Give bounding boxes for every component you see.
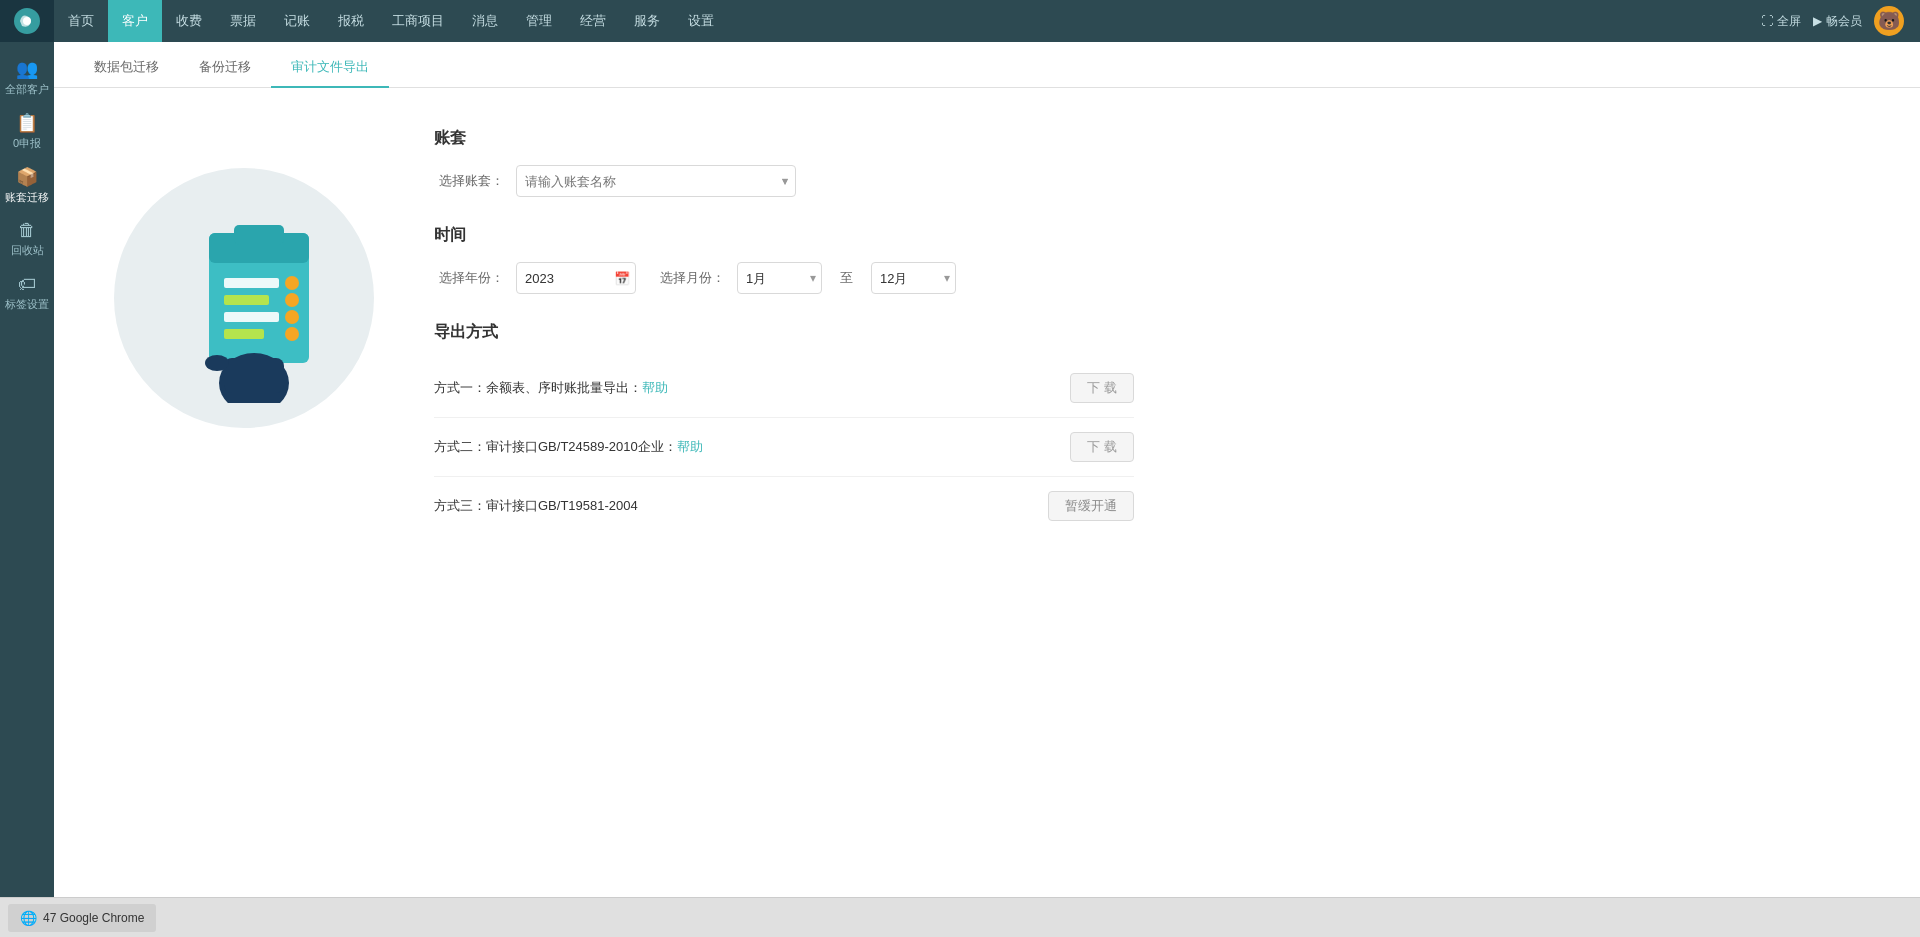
- page-content: 账套 选择账套： ▾ 时间 选择年份：: [54, 88, 1920, 897]
- method3-text: 方式三：审计接口GB/T19581-2004: [434, 497, 638, 515]
- method2-help-link[interactable]: 帮助: [677, 439, 703, 454]
- svg-point-1: [23, 17, 31, 25]
- top-navigation: 首页 客户 收费 票据 记账 报税 工商项目 消息 管理 经营 服务 设置 ⛶ …: [0, 0, 1920, 42]
- fullscreen-icon: ⛶: [1761, 14, 1773, 28]
- tab-bar: 数据包迁移 备份迁移 审计文件导出: [54, 42, 1920, 88]
- tab-backup-migrate[interactable]: 备份迁移: [179, 48, 271, 88]
- user-avatar[interactable]: 🐻: [1874, 6, 1904, 36]
- method1-row: 方式一：余额表、序时账批量导出：帮助 下 载: [434, 359, 1134, 418]
- nav-home[interactable]: 首页: [54, 0, 108, 42]
- month-start-select[interactable]: 1月2月3月 4月5月6月 7月8月9月 10月11月12月: [737, 262, 822, 294]
- taskbar-item-label: 47 Google Chrome: [43, 911, 144, 925]
- svg-rect-7: [224, 312, 279, 322]
- account-input[interactable]: [516, 165, 796, 197]
- method3-row: 方式三：审计接口GB/T19581-2004 暂缓开通: [434, 477, 1134, 535]
- svg-point-10: [285, 293, 299, 307]
- nav-settings[interactable]: 设置: [674, 0, 728, 42]
- illustration-area: [114, 168, 374, 428]
- svg-point-12: [285, 327, 299, 341]
- declare-icon: 📋: [16, 112, 38, 134]
- export-section-title: 导出方式: [434, 322, 1134, 343]
- customers-icon: 👥: [16, 58, 38, 80]
- method2-row: 方式二：审计接口GB/T24589-2010企业：帮助 下 载: [434, 418, 1134, 477]
- month-label: 选择月份：: [660, 269, 725, 287]
- trash-icon: 🗑: [18, 220, 36, 241]
- fullscreen-button[interactable]: ⛶ 全屏: [1761, 13, 1801, 30]
- illustration-circle: [114, 168, 374, 428]
- account-row: 选择账套： ▾: [434, 165, 1134, 197]
- method3-pending-button[interactable]: 暂缓开通: [1048, 491, 1134, 521]
- account-section-title: 账套: [434, 128, 1134, 149]
- year-input[interactable]: [516, 262, 636, 294]
- vip-icon: ▶: [1813, 14, 1822, 28]
- taskbar-chrome-item[interactable]: 🌐 47 Google Chrome: [8, 904, 156, 932]
- year-label: 选择年份：: [434, 269, 504, 287]
- nav-business[interactable]: 工商项目: [378, 0, 458, 42]
- account-section: 账套 选择账套： ▾: [434, 128, 1134, 197]
- svg-rect-5: [224, 278, 279, 288]
- method1-download-button[interactable]: 下 载: [1070, 373, 1134, 403]
- main-layout: 👥 全部客户 📋 0申报 📦 账套迁移 🗑 回收站 🏷 标签设置 数据包迁移 备…: [0, 42, 1920, 897]
- nav-right-area: ⛶ 全屏 ▶ 畅会员 🐻: [1761, 6, 1920, 36]
- nav-customer[interactable]: 客户: [108, 0, 162, 42]
- method1-text: 方式一：余额表、序时账批量导出：帮助: [434, 379, 668, 397]
- sidebar-item-account-migrate[interactable]: 📦 账套迁移: [0, 158, 54, 212]
- time-section: 时间 选择年份： 📅 选择月份： 1月2月3月 4月5月6月 7月: [434, 225, 1134, 294]
- nav-message[interactable]: 消息: [458, 0, 512, 42]
- sidebar-item-all-customers[interactable]: 👥 全部客户: [0, 50, 54, 104]
- nav-fee[interactable]: 收费: [162, 0, 216, 42]
- vip-button[interactable]: ▶ 畅会员: [1813, 13, 1862, 30]
- sidebar-item-zero-declare[interactable]: 📋 0申报: [0, 104, 54, 158]
- export-section: 导出方式 方式一：余额表、序时账批量导出：帮助 下 载 方式二：审计接口GB/T…: [434, 322, 1134, 535]
- method2-download-button[interactable]: 下 载: [1070, 432, 1134, 462]
- sidebar-item-recycle[interactable]: 🗑 回收站: [0, 212, 54, 266]
- svg-point-15: [205, 355, 229, 371]
- account-label: 选择账套：: [434, 172, 504, 190]
- content-area: 数据包迁移 备份迁移 审计文件导出: [54, 42, 1920, 897]
- nav-accounting[interactable]: 记账: [270, 0, 324, 42]
- account-select-wrapper: ▾: [516, 165, 796, 197]
- tab-audit-export[interactable]: 审计文件导出: [271, 48, 389, 88]
- taskbar: 🌐 47 Google Chrome: [0, 897, 1920, 937]
- chrome-icon: 🌐: [20, 910, 37, 926]
- tab-data-migrate[interactable]: 数据包迁移: [74, 48, 179, 88]
- svg-point-9: [285, 276, 299, 290]
- svg-point-11: [285, 310, 299, 324]
- nav-service[interactable]: 服务: [620, 0, 674, 42]
- month-end-wrapper: 1月2月3月 4月5月6月 7月8月9月 10月11月12月 ▾: [871, 262, 956, 294]
- svg-rect-14: [224, 358, 284, 393]
- migrate-icon: 📦: [16, 166, 38, 188]
- time-section-title: 时间: [434, 225, 1134, 246]
- sidebar: 👥 全部客户 📋 0申报 📦 账套迁移 🗑 回收站 🏷 标签设置: [0, 42, 54, 897]
- nav-menu: 首页 客户 收费 票据 记账 报税 工商项目 消息 管理 经营 服务 设置: [54, 0, 1761, 42]
- svg-rect-6: [224, 295, 269, 305]
- nav-invoice[interactable]: 票据: [216, 0, 270, 42]
- method2-text: 方式二：审计接口GB/T24589-2010企业：帮助: [434, 438, 703, 456]
- month-start-wrapper: 1月2月3月 4月5月6月 7月8月9月 10月11月12月 ▾: [737, 262, 822, 294]
- to-text: 至: [840, 269, 853, 287]
- app-logo: [0, 0, 54, 42]
- nav-manage[interactable]: 管理: [512, 0, 566, 42]
- nav-operation[interactable]: 经营: [566, 0, 620, 42]
- sidebar-item-label-settings[interactable]: 🏷 标签设置: [0, 266, 54, 320]
- svg-rect-8: [224, 329, 264, 339]
- label-icon: 🏷: [18, 274, 36, 295]
- svg-rect-4: [234, 225, 284, 245]
- nav-tax[interactable]: 报税: [324, 0, 378, 42]
- method1-help-link[interactable]: 帮助: [642, 380, 668, 395]
- month-end-select[interactable]: 1月2月3月 4月5月6月 7月8月9月 10月11月12月: [871, 262, 956, 294]
- year-input-wrapper: 📅: [516, 262, 636, 294]
- time-row: 选择年份： 📅 选择月份： 1月2月3月 4月5月6月 7月8月9月 10月11: [434, 262, 1134, 294]
- form-area: 账套 选择账套： ▾ 时间 选择年份：: [434, 128, 1134, 563]
